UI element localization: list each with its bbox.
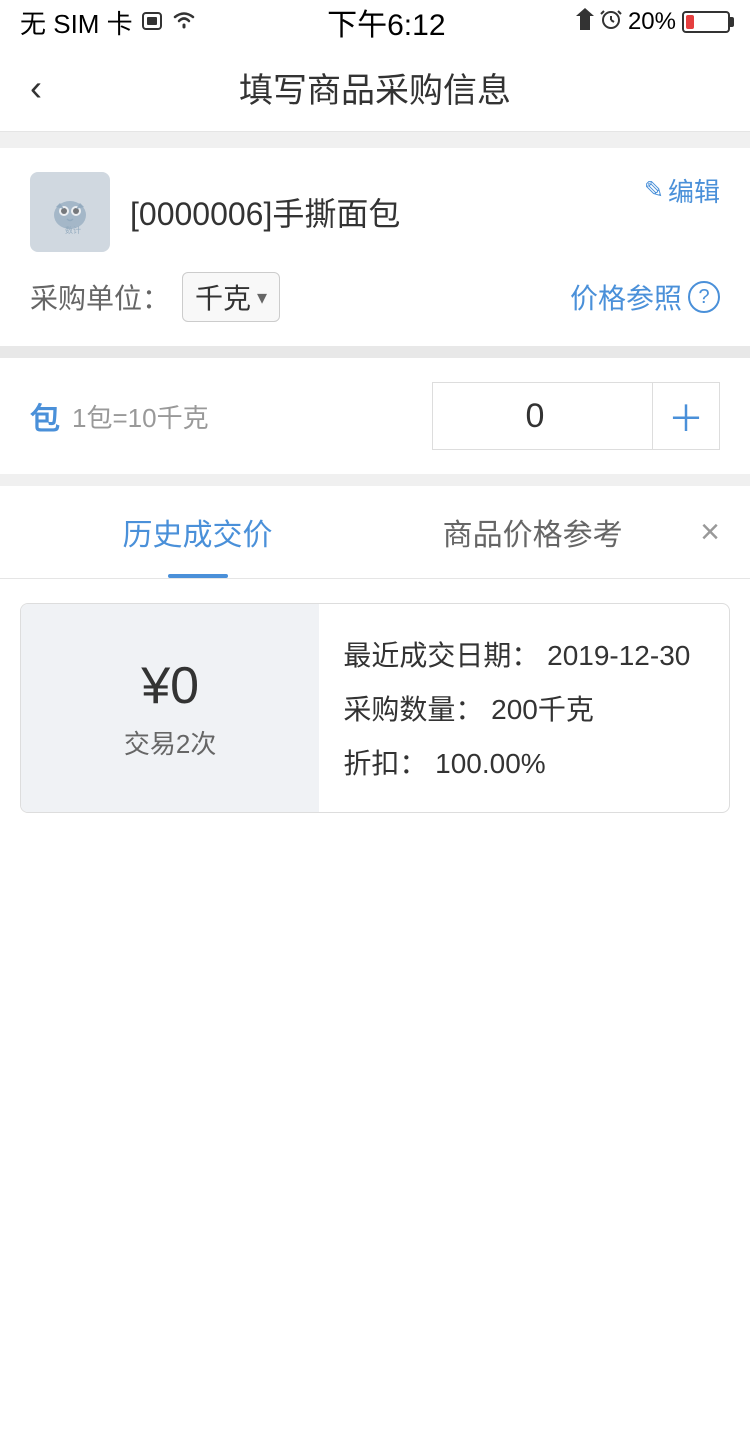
price-amount: 0: [170, 657, 199, 715]
history-trade-count: 交易2次: [124, 724, 216, 761]
status-bar: 无 SIM 卡 下午6:12: [0, 0, 750, 44]
quantity-plus-button[interactable]: ＋: [652, 382, 720, 450]
tab-history-label: 历史成交价: [123, 519, 273, 552]
history-price-value: ¥0: [141, 656, 199, 716]
edit-label: 编辑: [668, 172, 720, 209]
tab-price-reference[interactable]: 商品价格参考: [365, 486, 700, 578]
quantity-row: 包 1包=10千克 ＋: [0, 358, 750, 474]
tab-history-price[interactable]: 历史成交价: [30, 486, 365, 578]
svg-text:数计: 数计: [65, 225, 81, 235]
section-separator: [0, 346, 750, 358]
quantity-input[interactable]: [432, 382, 652, 450]
discount-row: 折扣： 100.00%: [343, 742, 705, 782]
price-reference-button[interactable]: 价格参照 ?: [570, 277, 720, 317]
history-detail: 最近成交日期： 2019-12-30 采购数量： 200千克 折扣： 100.0…: [319, 604, 729, 812]
history-price-summary: ¥0 交易2次: [21, 604, 319, 812]
battery-icon: [682, 11, 730, 33]
discount-label: 折扣：: [343, 748, 427, 779]
purchase-quantity-row: 采购数量： 200千克: [343, 688, 705, 728]
latest-date-row: 最近成交日期： 2019-12-30: [343, 634, 705, 674]
location-icon: [576, 8, 594, 37]
tab-close-button[interactable]: ×: [700, 489, 720, 576]
product-header: 数计 [0000006]手撕面包 ✎ 编辑: [30, 172, 720, 252]
alarm-icon: [600, 8, 622, 37]
pack-conversion-label: 1包=10千克: [72, 398, 209, 435]
price-ref-label: 价格参照: [570, 277, 682, 317]
tab-price-ref-label: 商品价格参考: [443, 519, 623, 552]
nav-bar: ‹ 填写商品采购信息: [0, 44, 750, 132]
status-left: 无 SIM 卡: [20, 4, 197, 41]
sim-card-icon: [141, 7, 163, 38]
bottom-area: [0, 837, 750, 1437]
edit-button[interactable]: ✎ 编辑: [644, 172, 720, 209]
quantity-left: 包 1包=10千克: [30, 394, 209, 438]
unit-left: 采购单位： 千克 ▾: [30, 272, 280, 322]
yen-symbol: ¥: [141, 657, 170, 715]
quantity-right: ＋: [432, 382, 720, 450]
dropdown-arrow-icon: ▾: [257, 285, 267, 310]
latest-date-label: 最近成交日期：: [343, 640, 539, 671]
product-thumbnail: 数计: [30, 172, 110, 252]
tab-bar: 历史成交价 商品价格参考 ×: [0, 486, 750, 579]
product-info: 数计 [0000006]手撕面包: [30, 172, 400, 252]
edit-icon: ✎: [644, 176, 664, 205]
history-card: ¥0 交易2次 最近成交日期： 2019-12-30 采购数量： 200千克 折…: [20, 603, 730, 813]
product-card: 数计 [0000006]手撕面包 ✎ 编辑 采购单位： 千克 ▾ 价格参照 ?: [0, 148, 750, 346]
wifi-icon: [171, 7, 197, 38]
unit-value: 千克: [195, 277, 251, 317]
status-time: 下午6:12: [327, 0, 445, 44]
quantity-detail-label: 采购数量：: [343, 694, 483, 725]
latest-date-value: 2019-12-30: [547, 640, 690, 671]
back-button[interactable]: ‹: [30, 67, 90, 109]
unit-label: 采购单位：: [30, 277, 170, 317]
unit-select-dropdown[interactable]: 千克 ▾: [182, 272, 280, 322]
product-unit-row: 采购单位： 千克 ▾ 价格参照 ?: [30, 272, 720, 322]
discount-value: 100.00%: [435, 748, 546, 779]
price-ref-help-icon: ?: [688, 281, 720, 313]
page-title: 填写商品采购信息: [239, 63, 511, 112]
pack-unit-label: 包: [30, 394, 60, 438]
battery-percent: 20%: [628, 8, 676, 36]
quantity-detail-value: 200千克: [491, 694, 594, 725]
history-content: ¥0 交易2次 最近成交日期： 2019-12-30 采购数量： 200千克 折…: [0, 579, 750, 837]
network-label: 无 SIM 卡: [20, 4, 133, 41]
product-name: [0000006]手撕面包: [130, 189, 400, 235]
status-right: 20%: [576, 8, 730, 37]
